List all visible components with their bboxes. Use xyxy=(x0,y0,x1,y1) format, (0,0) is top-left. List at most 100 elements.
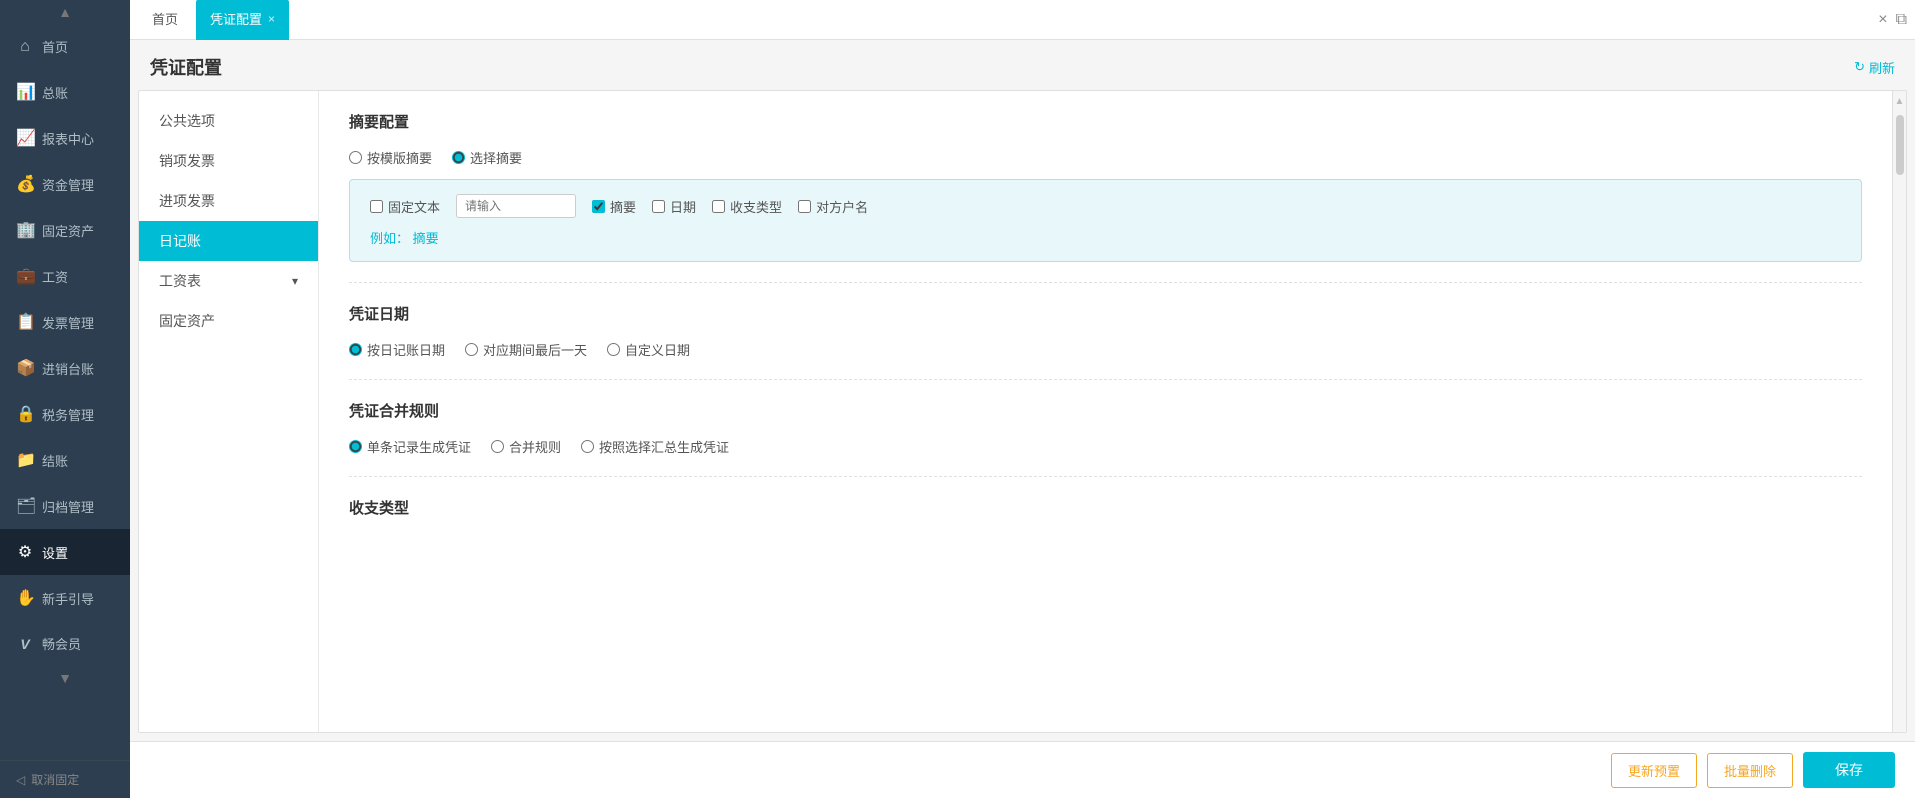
voucher-merge-radio-group: 单条记录生成凭证 合并规则 按照选择汇总生成凭证 xyxy=(349,437,1862,456)
update-preview-button[interactable]: 更新预置 xyxy=(1611,753,1697,788)
sidebar-label-invoice-mgmt: 发票管理 xyxy=(42,313,94,332)
radio-last-day-of-period[interactable]: 对应期间最后一天 xyxy=(465,340,587,359)
sidebar-item-vip[interactable]: V 畅会员 xyxy=(0,621,130,666)
sidebar-scroll-down[interactable]: ▼ xyxy=(0,666,130,690)
radio-select-summary[interactable]: 选择摘要 xyxy=(452,148,522,167)
checkbox-input-summary[interactable] xyxy=(592,200,605,213)
sidebar-item-invoice-mgmt[interactable]: 📋 发票管理 xyxy=(0,299,130,345)
sidebar-label-ledger: 总账 xyxy=(42,83,68,102)
tab-voucher-config[interactable]: 凭证配置 × xyxy=(196,0,289,40)
radio-template-summary[interactable]: 按模版摘要 xyxy=(349,148,432,167)
funds-icon: 💰 xyxy=(16,174,34,194)
checkbox-label-date: 日期 xyxy=(670,197,696,216)
preview-text: 例如： 摘要 xyxy=(370,228,1841,247)
checkbox-input-date[interactable] xyxy=(652,200,665,213)
sidebar-item-close[interactable]: 📁 结账 xyxy=(0,437,130,483)
refresh-button[interactable]: ↻ 刷新 xyxy=(1854,58,1895,77)
checkbox-input-income-type[interactable] xyxy=(712,200,725,213)
radio-by-journal-date[interactable]: 按日记账日期 xyxy=(349,340,445,359)
section-income-type: 收支类型 xyxy=(349,497,1862,554)
scroll-thumb[interactable] xyxy=(1896,115,1904,175)
tab-close-icon[interactable]: × xyxy=(268,12,275,26)
radio-input-by-selection[interactable] xyxy=(581,440,594,453)
bottom-bar: 更新预置 批量删除 保存 xyxy=(130,741,1915,798)
checkbox-fixed-text[interactable]: 固定文本 xyxy=(370,197,440,216)
sidebar-label-funds: 资金管理 xyxy=(42,175,94,194)
checkbox-label-summary: 摘要 xyxy=(610,197,636,216)
radio-input-select-summary[interactable] xyxy=(452,151,465,164)
radio-input-merge-rule[interactable] xyxy=(491,440,504,453)
radio-input-last-day[interactable] xyxy=(465,343,478,356)
left-nav-label-public-options: 公共选项 xyxy=(159,111,215,131)
sidebar-item-settings[interactable]: ⚙ 设置 xyxy=(0,529,130,575)
radio-input-single-record[interactable] xyxy=(349,440,362,453)
tab-bar-actions: × ⧉ xyxy=(1878,11,1907,29)
left-nav-payroll-table[interactable]: 工资表 ▾ xyxy=(139,261,318,301)
checkbox-input-counterpart-name[interactable] xyxy=(798,200,811,213)
checkbox-date[interactable]: 日期 xyxy=(652,197,696,216)
left-nav-fixed-assets[interactable]: 固定资产 xyxy=(139,301,318,341)
radio-merge-rule[interactable]: 合并规则 xyxy=(491,437,561,456)
checkbox-income-type[interactable]: 收支类型 xyxy=(712,197,782,216)
sidebar-item-funds[interactable]: 💰 资金管理 xyxy=(0,161,130,207)
refresh-icon: ↻ xyxy=(1854,59,1865,75)
sidebar-item-tax[interactable]: 🔒 税务管理 xyxy=(0,391,130,437)
guide-icon: ✋ xyxy=(16,588,34,608)
page-title: 凭证配置 xyxy=(150,54,222,80)
sidebar-item-ledger[interactable]: 📊 总账 xyxy=(0,69,130,115)
preview-value: 摘要 xyxy=(413,231,439,246)
sidebar-item-reports[interactable]: 📈 报表中心 xyxy=(0,115,130,161)
summary-box: 固定文本 摘要 日期 xyxy=(349,179,1862,262)
sidebar-item-archive[interactable]: 🗂 归档管理 xyxy=(0,483,130,529)
checkbox-label-fixed-text: 固定文本 xyxy=(388,197,440,216)
sidebar-item-payroll[interactable]: 💼 工资 xyxy=(0,253,130,299)
sidebar-item-home[interactable]: ⌂ 首页 xyxy=(0,24,130,69)
sidebar-item-guide[interactable]: ✋ 新手引导 xyxy=(0,575,130,621)
radio-single-record[interactable]: 单条记录生成凭证 xyxy=(349,437,471,456)
window-close-icon[interactable]: × xyxy=(1878,11,1887,29)
sidebar-label-settings: 设置 xyxy=(42,543,68,562)
left-nav-purchase-invoice[interactable]: 进项发票 xyxy=(139,181,318,221)
left-nav-journal[interactable]: 日记账 xyxy=(139,221,318,261)
scroll-up-arrow[interactable]: ▲ xyxy=(1893,91,1906,111)
radio-input-custom-date[interactable] xyxy=(607,343,620,356)
section-title-voucher-merge: 凭证合并规则 xyxy=(349,400,1862,421)
pin-icon: ◁ xyxy=(16,773,25,787)
sidebar-label-guide: 新手引导 xyxy=(42,589,94,608)
sidebar-label-purchase-sales: 进销台账 xyxy=(42,359,94,378)
checkbox-summary[interactable]: 摘要 xyxy=(592,197,636,216)
radio-label-single-record: 单条记录生成凭证 xyxy=(367,437,471,456)
preview-label: 例如： xyxy=(370,231,409,246)
sidebar-item-purchase-sales[interactable]: 📦 进销台账 xyxy=(0,345,130,391)
invoice-icon: 📋 xyxy=(16,312,34,332)
window-restore-icon[interactable]: ⧉ xyxy=(1896,11,1907,29)
fixed-text-input[interactable] xyxy=(456,194,576,218)
radio-input-by-journal-date[interactable] xyxy=(349,343,362,356)
radio-custom-date[interactable]: 自定义日期 xyxy=(607,340,690,359)
content-area: 凭证配置 ↻ 刷新 公共选项 销项发票 进项发票 日记账 xyxy=(130,40,1915,798)
sidebar: ▲ ⌂ 首页 📊 总账 📈 报表中心 💰 资金管理 🏢 固定资产 💼 工资 📋 … xyxy=(0,0,130,798)
sidebar-label-payroll: 工资 xyxy=(42,267,68,286)
save-button[interactable]: 保存 xyxy=(1803,752,1895,788)
sidebar-cancel-pin[interactable]: ◁ 取消固定 xyxy=(0,760,130,798)
scrollbar-track[interactable]: ▲ xyxy=(1892,91,1906,732)
right-panel: 摘要配置 按模版摘要 选择摘要 xyxy=(319,91,1892,732)
sidebar-label-archive: 归档管理 xyxy=(42,497,94,516)
radio-label-last-day-of-period: 对应期间最后一天 xyxy=(483,340,587,359)
sidebar-scroll-up[interactable]: ▲ xyxy=(0,0,130,24)
left-nav: 公共选项 销项发票 进项发票 日记账 工资表 ▾ 固定资产 xyxy=(139,91,319,732)
batch-delete-button[interactable]: 批量删除 xyxy=(1707,753,1793,788)
home-icon: ⌂ xyxy=(16,38,34,56)
sidebar-item-fixed-assets[interactable]: 🏢 固定资产 xyxy=(0,207,130,253)
left-nav-label-sales-invoice: 销项发票 xyxy=(159,151,215,171)
radio-input-template-summary[interactable] xyxy=(349,151,362,164)
radio-by-selection[interactable]: 按照选择汇总生成凭证 xyxy=(581,437,729,456)
left-nav-sales-invoice[interactable]: 销项发票 xyxy=(139,141,318,181)
left-nav-public-options[interactable]: 公共选项 xyxy=(139,101,318,141)
checkbox-input-fixed-text[interactable] xyxy=(370,200,383,213)
checkbox-counterpart-name[interactable]: 对方户名 xyxy=(798,197,868,216)
tab-home[interactable]: 首页 xyxy=(138,0,192,40)
radio-label-merge-rule: 合并规则 xyxy=(509,437,561,456)
payroll-icon: 💼 xyxy=(16,266,34,286)
summary-checkbox-row: 固定文本 摘要 日期 xyxy=(370,194,1841,218)
